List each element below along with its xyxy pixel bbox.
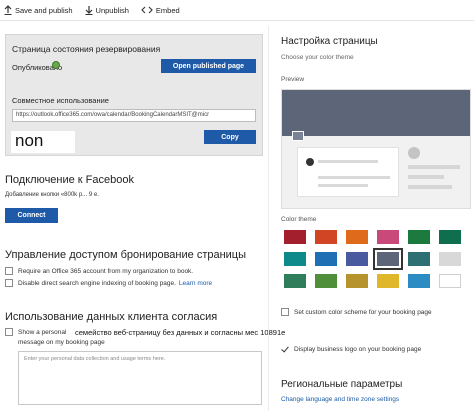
require-account-checkbox[interactable] [5,267,13,275]
color-swatch[interactable] [439,252,461,266]
show-consent-option[interactable]: Show a personal [5,328,66,336]
preview-line [318,176,390,179]
color-swatch[interactable] [408,230,430,244]
color-swatch[interactable] [408,274,430,288]
require-account-label: Require an Office 365 account from my or… [18,267,194,275]
preview-line [408,165,460,169]
color-swatch[interactable] [377,274,399,288]
consent-terms-textarea[interactable]: Enter your personal data collection and … [18,351,262,405]
connect-button[interactable]: Connect [5,208,58,223]
display-logo-label: Display business logo on your booking pa… [294,345,422,353]
published-indicator-icon [52,61,60,69]
swatch-row [284,230,461,244]
copy-button[interactable]: Copy [204,130,256,144]
color-theme-label: Color theme [281,216,317,223]
toolbar: Save and publish Unpublish Embed [0,0,474,20]
preview-banner [282,90,470,136]
upload-icon [4,5,12,15]
color-swatch[interactable] [346,274,368,288]
share-label: Совместное использование [12,96,109,105]
embed-label: Embed [155,5,180,15]
color-swatch[interactable] [346,230,368,244]
preview-check-icon [306,158,314,166]
page-settings-subtitle: Choose your color theme [281,54,354,61]
overlay-text: non [11,131,75,153]
disable-indexing-option[interactable]: Disable direct search engine indexing of… [5,279,212,287]
color-swatch[interactable] [315,230,337,244]
download-icon [85,5,93,15]
save-and-publish-button[interactable]: Save and publish [4,5,73,15]
check-icon[interactable] [281,345,289,353]
color-swatch[interactable] [439,274,461,288]
color-swatch[interactable] [373,248,403,270]
regional-title: Региональные параметры [281,379,403,390]
color-swatch[interactable] [377,230,399,244]
consent-overlay-text: семейство веб-страницу без данных и согл… [73,328,288,339]
consent-title: Использование данных клиента согласия [5,311,218,323]
learn-more-link[interactable]: Learn more [179,280,212,287]
facebook-title: Подключение к Facebook [5,174,134,186]
custom-scheme-option[interactable]: Set custom color scheme for your booking… [281,308,432,316]
preview-logo [292,131,304,141]
page-settings-title: Настройка страницы [281,36,378,47]
color-swatch[interactable] [408,252,430,266]
theme-preview [281,89,471,209]
consent-label-line2: message on my booking page [18,339,105,346]
save-and-publish-label: Save and publish [15,5,73,15]
color-swatches [284,230,461,296]
color-swatch[interactable] [315,274,337,288]
custom-scheme-label: Set custom color scheme for your booking… [294,308,432,316]
open-published-page-button[interactable]: Open published page [161,59,256,73]
booking-url-field[interactable]: https://outlook.office365.com/owa/calend… [12,109,256,122]
preview-sidebar [408,147,460,197]
color-swatch[interactable] [284,252,306,266]
color-swatch[interactable] [284,230,306,244]
preview-line [408,185,452,189]
require-account-option[interactable]: Require an Office 365 account from my or… [5,267,193,275]
access-title: Управление доступом бронирование страниц… [5,249,247,261]
disable-indexing-label: Disable direct search engine indexing of… [18,279,176,287]
display-logo-option[interactable]: Display business logo on your booking pa… [281,345,421,353]
disable-indexing-checkbox[interactable] [5,279,13,287]
preview-card [297,147,399,197]
embed-button[interactable]: Embed [141,5,180,15]
unpublish-button[interactable]: Unpublish [85,5,129,15]
color-swatch[interactable] [315,252,337,266]
preview-line [318,184,368,187]
show-consent-label: Show a personal [18,328,67,336]
preview-line [408,175,444,179]
custom-scheme-checkbox[interactable] [281,308,289,316]
preview-line [318,160,378,163]
status-card: Страница состояния резервирования Опубли… [5,34,263,156]
regional-settings-link[interactable]: Change language and time zone settings [281,396,399,403]
facebook-description: Добавление кнопки «800k р... 9 е. [5,192,99,198]
status-title: Страница состояния резервирования [12,44,161,54]
color-swatch[interactable] [439,230,461,244]
preview-avatar [408,147,420,159]
unpublish-label: Unpublish [95,5,129,15]
toolbar-divider [0,20,474,21]
show-consent-checkbox[interactable] [5,328,13,336]
column-divider [268,26,269,411]
color-swatch[interactable] [284,274,306,288]
code-icon [141,5,153,15]
color-swatch[interactable] [346,252,368,266]
swatch-row [284,274,461,288]
swatch-row [284,248,461,270]
preview-label: Preview [281,76,305,83]
